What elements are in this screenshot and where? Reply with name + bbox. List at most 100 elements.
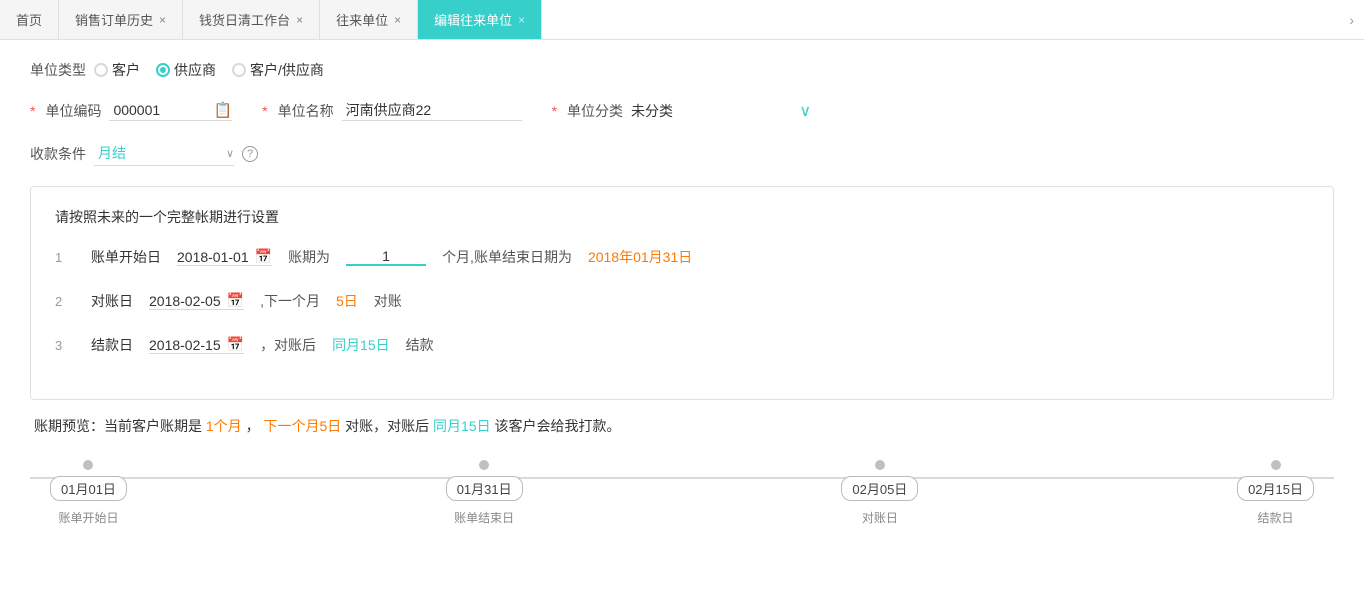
preview-part2: 下一个月5日 bbox=[263, 418, 341, 434]
timeline-badge-2: 02月05日 bbox=[841, 476, 918, 501]
unit-code-copy-icon[interactable]: 📋 bbox=[213, 101, 232, 119]
date-value-3: 2018-02-15 bbox=[149, 337, 221, 353]
preview-part1: 1个月 bbox=[206, 418, 242, 434]
timeline-badge-1: 01月31日 bbox=[446, 476, 523, 501]
radio-customer[interactable]: 客户 bbox=[94, 60, 140, 80]
date-field-2: 2018-02-05 📅 bbox=[149, 292, 244, 310]
preview-text: 账期预览：当前客户账期是 1个月 ， 下一个月5日 对账，对账后 同月15日 该… bbox=[30, 416, 1334, 436]
timeline-node-1: 01月31日 账单结束日 bbox=[446, 460, 523, 526]
unit-type-row: 单位类型 客户 供应商 客户/供应商 bbox=[30, 60, 1334, 80]
radio-supplier-circle bbox=[156, 63, 170, 77]
payment-terms-label: 收款条件 bbox=[30, 144, 86, 164]
period-end-date-1: 2018年01月31日 bbox=[588, 247, 692, 267]
date-value-1: 2018-01-01 bbox=[177, 249, 249, 265]
unit-code-label: 单位编码 bbox=[45, 101, 101, 121]
period-highlight-3: 同月15日 bbox=[332, 335, 390, 355]
date-value-2: 2018-02-05 bbox=[149, 293, 221, 309]
close-cash-work-icon[interactable]: × bbox=[296, 13, 303, 27]
period-label-1: 账单开始日 bbox=[91, 247, 161, 267]
unit-type-field: 单位类型 客户 供应商 客户/供应商 bbox=[30, 60, 324, 80]
timeline-badge-3: 02月15日 bbox=[1237, 476, 1314, 501]
radio-supplier[interactable]: 供应商 bbox=[156, 60, 216, 80]
payment-terms-select[interactable]: 月结 ∨ bbox=[94, 141, 234, 166]
tab-bar: 首页 销售订单历史 × 钱货日清工作台 × 往来单位 × 编辑往来单位 × › bbox=[0, 0, 1364, 40]
tab-sales-history[interactable]: 销售订单历史 × bbox=[59, 0, 183, 39]
unit-name-required: * bbox=[262, 103, 267, 119]
close-counterparty-icon[interactable]: × bbox=[394, 13, 401, 27]
radio-customer-circle bbox=[94, 63, 108, 77]
timeline-sublabel-3: 结款日 bbox=[1258, 509, 1294, 526]
close-sales-history-icon[interactable]: × bbox=[159, 13, 166, 27]
timeline-sublabel-1: 账单结束日 bbox=[454, 509, 514, 526]
radio-both-circle bbox=[232, 63, 246, 77]
calendar-icon-3[interactable]: 📅 bbox=[227, 336, 244, 353]
period-row-2: 2 对账日 2018-02-05 📅 ,下一个月 5日 对账 bbox=[55, 291, 1309, 311]
unit-type-label: 单位类型 bbox=[30, 60, 86, 80]
period-suffix2-3: 结款 bbox=[406, 335, 434, 355]
radio-customer-label: 客户 bbox=[112, 60, 140, 80]
period-suffix-1: 账期为 bbox=[288, 247, 330, 267]
period-num-3: 3 bbox=[55, 338, 75, 353]
timeline-node-2: 02月05日 对账日 bbox=[841, 460, 918, 526]
timeline-dot-2 bbox=[875, 460, 885, 470]
unit-code-input[interactable] bbox=[109, 100, 209, 120]
unit-code-input-wrapper: 📋 bbox=[109, 100, 232, 121]
unit-category-field: * 单位分类 未分类 ∨ bbox=[552, 101, 811, 121]
period-suffix-2: ,下一个月 bbox=[260, 291, 320, 311]
preview-part3: 同月15日 bbox=[433, 418, 491, 434]
tab-cash-work[interactable]: 钱货日清工作台 × bbox=[183, 0, 320, 39]
period-settings-title: 请按照未来的一个完整帐期进行设置 bbox=[55, 207, 1309, 227]
preview-suffix: 该客户会给我打款。 bbox=[495, 418, 621, 434]
timeline-sublabel-0: 账单开始日 bbox=[58, 509, 118, 526]
preview-mid2: 对账，对账后 bbox=[345, 418, 429, 434]
tab-home[interactable]: 首页 bbox=[0, 0, 59, 39]
preview-prefix: 账期预览：当前客户账期是 bbox=[34, 418, 202, 434]
unit-code-required: * bbox=[30, 103, 35, 119]
period-suffix2-2: 对账 bbox=[374, 291, 402, 311]
calendar-icon-1[interactable]: 📅 bbox=[255, 248, 272, 265]
radio-supplier-label: 供应商 bbox=[174, 60, 216, 80]
main-content: 单位类型 客户 供应商 客户/供应商 * 单位编码 bbox=[0, 40, 1364, 608]
unit-category-select[interactable]: 未分类 ∨ bbox=[631, 101, 811, 121]
unit-category-value: 未分类 bbox=[631, 101, 795, 121]
help-icon[interactable]: ? bbox=[242, 146, 258, 162]
timeline-dot-0 bbox=[83, 460, 93, 470]
date-field-3: 2018-02-15 📅 bbox=[149, 336, 244, 354]
period-row-3: 3 结款日 2018-02-15 📅 ，对账后 同月15日 结款 bbox=[55, 335, 1309, 355]
unit-type-radio-group: 客户 供应商 客户/供应商 bbox=[94, 60, 324, 80]
timeline-items-row: 01月01日 账单开始日 01月31日 账单结束日 02月05日 对账日 02月… bbox=[40, 460, 1324, 526]
payment-terms-dropdown-icon[interactable]: ∨ bbox=[226, 147, 234, 160]
tab-more-button[interactable]: › bbox=[1339, 0, 1364, 39]
preview-mid1: ， bbox=[246, 418, 260, 434]
payment-terms-value: 月结 bbox=[94, 141, 222, 165]
unit-info-row: * 单位编码 📋 * 单位名称 * 单位分类 未分类 ∨ bbox=[30, 100, 1334, 121]
tab-edit-counterparty[interactable]: 编辑往来单位 × bbox=[418, 0, 542, 39]
unit-category-label: 单位分类 bbox=[567, 101, 623, 121]
unit-name-input[interactable] bbox=[342, 100, 522, 121]
unit-name-field: * 单位名称 bbox=[262, 100, 521, 121]
date-field-1: 2018-01-01 📅 bbox=[177, 248, 272, 266]
payment-terms-field: 收款条件 月结 ∨ ? bbox=[30, 141, 258, 166]
close-edit-counterparty-icon[interactable]: × bbox=[518, 13, 525, 27]
period-label-2: 对账日 bbox=[91, 291, 133, 311]
period-month-unit-1: 个月,账单结束日期为 bbox=[442, 247, 572, 267]
timeline-dot-1 bbox=[479, 460, 489, 470]
timeline-dot-3 bbox=[1271, 460, 1281, 470]
period-month-input[interactable] bbox=[346, 248, 426, 266]
tab-counterparty[interactable]: 往来单位 × bbox=[320, 0, 418, 39]
radio-both-label: 客户/供应商 bbox=[250, 60, 324, 80]
unit-code-field: * 单位编码 📋 bbox=[30, 100, 232, 121]
radio-both[interactable]: 客户/供应商 bbox=[232, 60, 324, 80]
category-dropdown-icon[interactable]: ∨ bbox=[799, 101, 811, 121]
timeline-sublabel-2: 对账日 bbox=[862, 509, 898, 526]
period-suffix-3: ，对账后 bbox=[260, 335, 316, 355]
calendar-icon-2[interactable]: 📅 bbox=[227, 292, 244, 309]
period-num-1: 1 bbox=[55, 250, 75, 265]
timeline: 01月01日 账单开始日 01月31日 账单结束日 02月05日 对账日 02月… bbox=[30, 460, 1334, 526]
unit-name-label: 单位名称 bbox=[278, 101, 334, 121]
timeline-badge-0: 01月01日 bbox=[50, 476, 127, 501]
unit-category-required: * bbox=[552, 103, 557, 119]
period-highlight-2: 5日 bbox=[336, 291, 358, 311]
timeline-node-0: 01月01日 账单开始日 bbox=[50, 460, 127, 526]
period-settings-box: 请按照未来的一个完整帐期进行设置 1 账单开始日 2018-01-01 📅 账期… bbox=[30, 186, 1334, 400]
